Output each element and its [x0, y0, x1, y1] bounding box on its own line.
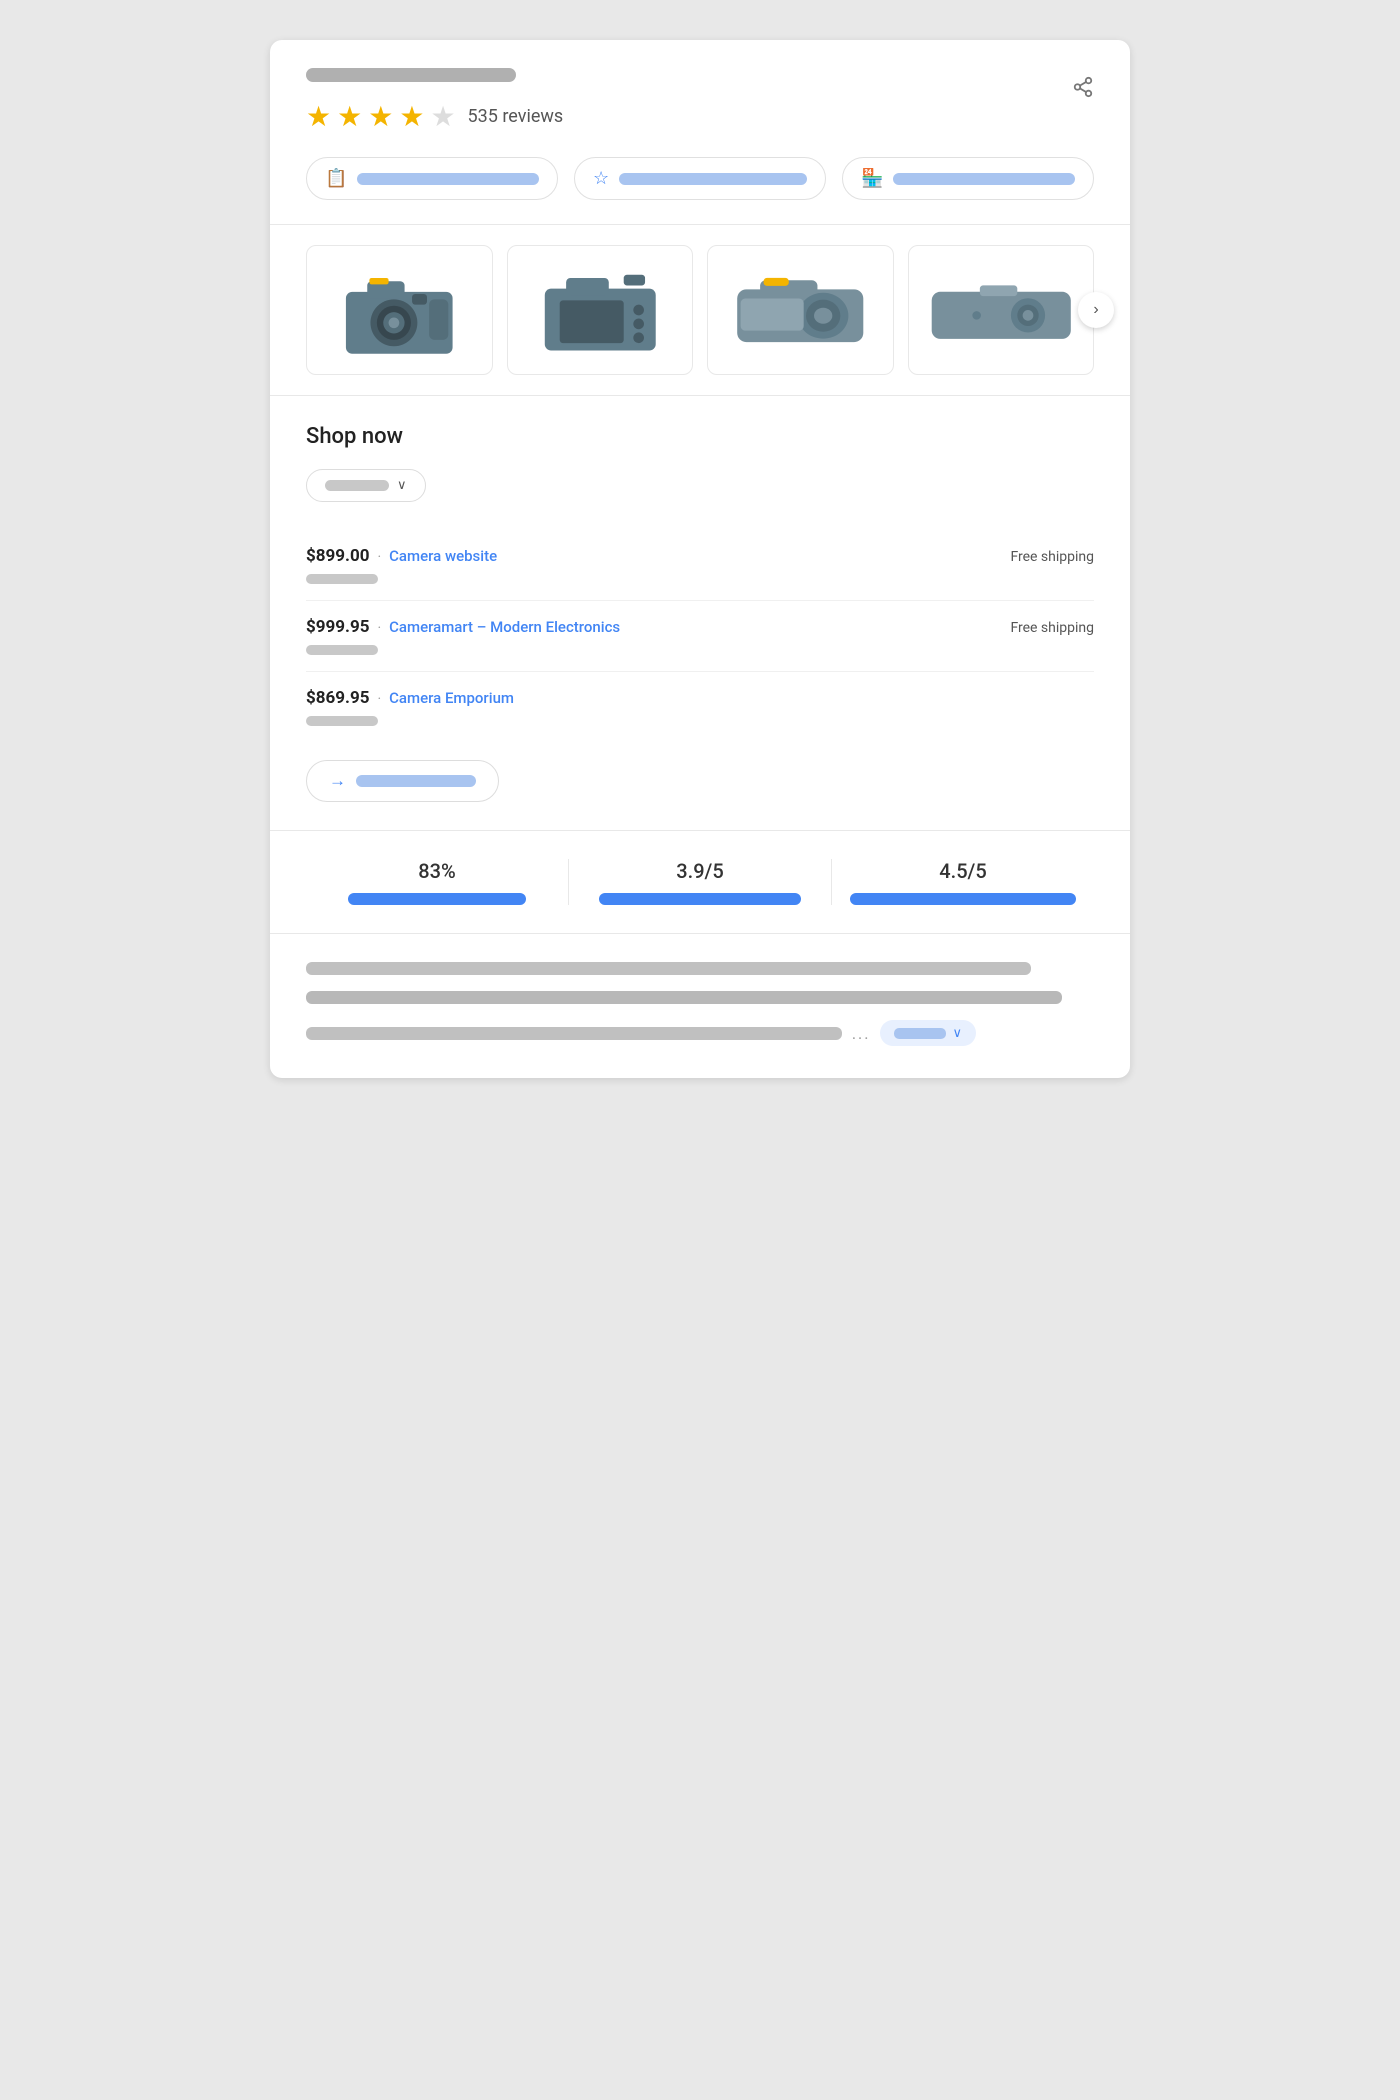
star-1: ★ [306, 100, 331, 133]
review-count: 535 reviews [468, 106, 564, 127]
shop-section: Shop now ∨ $899.00 · Camera website Free… [270, 396, 1130, 831]
see-more-label [356, 775, 476, 787]
description-line-3-wrap: ... ∨ [306, 1020, 1094, 1046]
expand-chevron-icon: ∨ [952, 1025, 962, 1041]
specs-icon: 📋 [325, 168, 347, 189]
product-title-bar [306, 68, 516, 82]
share-icon[interactable] [1072, 76, 1094, 103]
shop-item-3-store[interactable]: Camera Emporium [389, 689, 514, 707]
star-2: ★ [337, 100, 362, 133]
description-line-3 [306, 1027, 842, 1040]
stat-item-2: 3.9/5 [568, 859, 831, 905]
shop-item-1-shipping: Free shipping [1010, 549, 1094, 565]
store-button[interactable]: 🏪 [842, 157, 1094, 200]
specs-label [357, 173, 539, 185]
stat-bar-2 [599, 893, 801, 905]
shop-item-2-left: $999.95 · Cameramart – Modern Electronic… [306, 617, 620, 637]
shop-item-2-shipping: Free shipping [1010, 620, 1094, 636]
star-3: ★ [368, 100, 393, 133]
description-section: ... ∨ [270, 934, 1130, 1078]
filter-chevron-icon: ∨ [397, 478, 407, 493]
stat-value-1: 83% [418, 859, 455, 883]
shop-item-1-price: $899.00 [306, 546, 369, 566]
shop-item-3-price: $869.95 [306, 688, 369, 708]
store-label [893, 173, 1075, 185]
shop-item-1-store[interactable]: Camera website [389, 547, 497, 565]
shop-item-3-subbar [306, 716, 378, 726]
shop-title: Shop now [306, 424, 1094, 449]
store-icon: 🏪 [861, 168, 883, 189]
see-more-button[interactable]: → [306, 760, 499, 802]
shop-item-2-store[interactable]: Cameramart – Modern Electronics [389, 618, 620, 636]
camera-image-1[interactable] [306, 245, 493, 375]
stats-section: 83% 3.9/5 4.5/5 [270, 831, 1130, 934]
save-icon: ☆ [593, 168, 609, 189]
shop-item-1-top: $899.00 · Camera website Free shipping [306, 546, 1094, 566]
arrow-right-icon: → [329, 771, 346, 791]
shop-item-2: $999.95 · Cameramart – Modern Electronic… [306, 601, 1094, 672]
expand-button[interactable]: ∨ [880, 1020, 976, 1046]
filter-label [325, 480, 389, 491]
stat-value-3: 4.5/5 [939, 859, 986, 883]
shop-item-1-sep: · [377, 549, 381, 565]
shop-item-3-top: $869.95 · Camera Emporium [306, 688, 1094, 708]
filter-button[interactable]: ∨ [306, 469, 426, 502]
description-line-2 [306, 991, 1062, 1004]
stat-item-1: 83% [306, 859, 568, 905]
shop-item-2-top: $999.95 · Cameramart – Modern Electronic… [306, 617, 1094, 637]
shop-item-1-subbar [306, 574, 378, 584]
expand-label [894, 1028, 946, 1039]
stat-value-2: 3.9/5 [676, 859, 723, 883]
rating-section: ★ ★ ★ ★ ★ 535 reviews 📋 [270, 40, 1130, 225]
shop-item-1-left: $899.00 · Camera website [306, 546, 497, 566]
stat-item-3: 4.5/5 [831, 859, 1094, 905]
shop-item-2-sep: · [377, 620, 381, 636]
action-buttons: 📋 ☆ 🏪 [306, 157, 1094, 200]
shop-item-1: $899.00 · Camera website Free shipping [306, 530, 1094, 601]
product-card: ★ ★ ★ ★ ★ 535 reviews 📋 [270, 40, 1130, 1078]
camera-image-4[interactable] [908, 245, 1095, 375]
shop-item-2-subbar [306, 645, 378, 655]
star-4: ★ [399, 100, 424, 133]
shop-item-3-sep: · [377, 691, 381, 707]
stat-bar-1 [348, 893, 527, 905]
images-section: › [270, 225, 1130, 396]
shop-item-3-left: $869.95 · Camera Emporium [306, 688, 514, 708]
camera-image-3[interactable] [707, 245, 894, 375]
ellipsis: ... [852, 1024, 871, 1043]
description-line-1 [306, 962, 1031, 975]
camera-image-2[interactable] [507, 245, 694, 375]
shop-item-3: $869.95 · Camera Emporium [306, 672, 1094, 742]
save-label [619, 173, 807, 185]
star-5: ★ [430, 100, 455, 133]
specs-button[interactable]: 📋 [306, 157, 558, 200]
next-button[interactable]: › [1078, 292, 1114, 328]
stat-bar-3 [850, 893, 1076, 905]
shop-item-2-price: $999.95 [306, 617, 369, 637]
stars-row: ★ ★ ★ ★ ★ 535 reviews [306, 100, 563, 133]
save-button[interactable]: ☆ [574, 157, 826, 200]
